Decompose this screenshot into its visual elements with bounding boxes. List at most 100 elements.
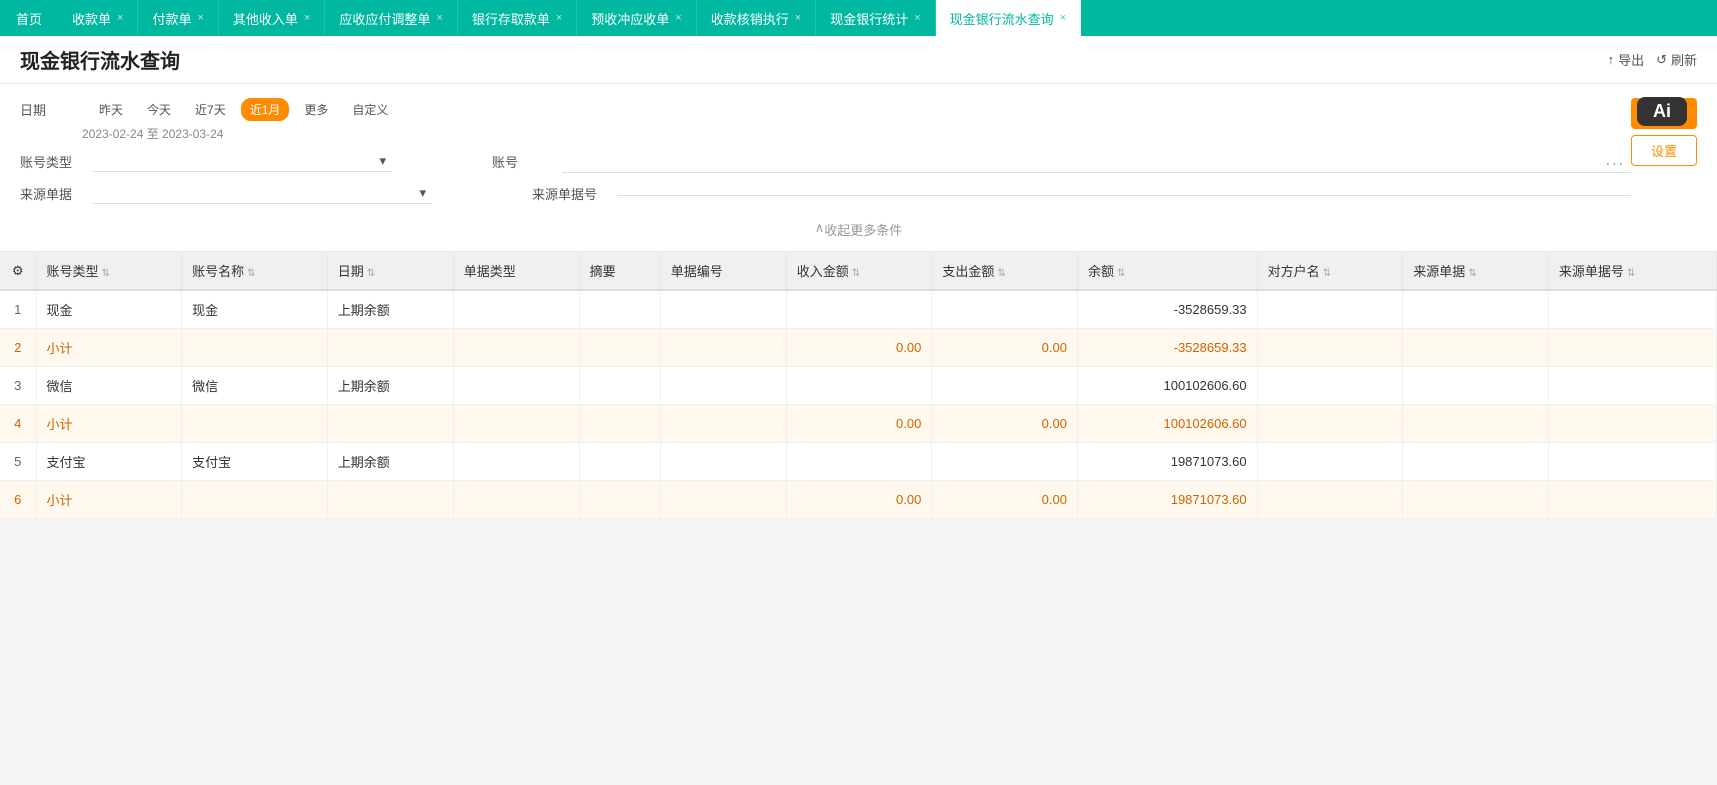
nav-tab-other-income[interactable]: 其他收入单 × — [219, 0, 325, 36]
table-cell: 1 — [0, 290, 36, 329]
page-header: 现金银行流水查询 ↑ 导出 ↺ 刷新 — [0, 36, 1717, 84]
sort-icon: ⇅ — [852, 268, 860, 279]
table-row[interactable]: 3微信微信上期余额100102606.60 — [0, 367, 1717, 405]
nav-tab-bank-flow[interactable]: 现金银行流水查询 × — [936, 0, 1081, 36]
table-cell — [453, 481, 579, 519]
close-icon[interactable]: × — [914, 12, 920, 24]
table-row[interactable]: 1现金现金上期余额-3528659.33 — [0, 290, 1717, 329]
table-cell: 0.00 — [932, 481, 1078, 519]
sort-icon: ⇅ — [102, 268, 110, 279]
nav-tab-receipt-verify[interactable]: 收款核销执行 × — [697, 0, 816, 36]
account-input[interactable]: ... — [562, 150, 1631, 173]
close-icon[interactable]: × — [197, 12, 203, 24]
date-btn-today[interactable]: 今天 — [138, 98, 180, 121]
table-cell — [1257, 290, 1403, 329]
table-cell: 0.00 — [932, 405, 1078, 443]
date-btn-1month[interactable]: 近1月 — [241, 98, 290, 121]
th-summary[interactable]: 摘要 — [579, 252, 660, 290]
table-cell: 5 — [0, 443, 36, 481]
refresh-icon: ↺ — [1656, 52, 1667, 68]
table-cell — [1403, 329, 1549, 367]
th-account-name[interactable]: 账号名称⇅ — [182, 252, 328, 290]
table-row[interactable]: 6小计0.000.0019871073.60 — [0, 481, 1717, 519]
table-cell — [1257, 481, 1403, 519]
collapse-bar[interactable]: ∧ 收起更多条件 — [20, 214, 1697, 241]
close-icon[interactable]: × — [117, 12, 123, 24]
filter-row-source: 来源单据 ▾ 来源单据号 — [20, 183, 1631, 204]
close-icon[interactable]: × — [436, 12, 442, 24]
account-dots[interactable]: ... — [1606, 152, 1625, 170]
table-cell — [579, 443, 660, 481]
source-doc-num-input[interactable] — [617, 191, 1631, 196]
close-icon[interactable]: × — [556, 12, 562, 24]
table-cell — [1403, 405, 1549, 443]
table-cell — [660, 481, 786, 519]
th-expense[interactable]: 支出金额⇅ — [932, 252, 1078, 290]
refresh-button[interactable]: ↺ 刷新 — [1656, 50, 1697, 69]
table-cell — [660, 443, 786, 481]
nav-tab-ar-ap-adjust[interactable]: 应收应付调整单 × — [325, 0, 457, 36]
account-type-label: 账号类型 — [20, 152, 72, 171]
top-navigation: 首页 收款单 × 付款单 × 其他收入单 × 应收应付调整单 × 银行存取款单 … — [0, 0, 1717, 36]
source-doc-label: 来源单据 — [20, 184, 72, 203]
close-icon[interactable]: × — [1060, 12, 1066, 24]
table-cell: 小计 — [36, 481, 182, 519]
table-cell — [579, 329, 660, 367]
account-type-select[interactable]: ▾ — [92, 151, 392, 172]
table-cell — [660, 405, 786, 443]
date-btn-yesterday[interactable]: 昨天 — [90, 98, 132, 121]
table-cell — [1548, 329, 1716, 367]
table-cell — [660, 329, 786, 367]
nav-tab-receipts[interactable]: 收款单 × — [58, 0, 138, 36]
date-btn-7days[interactable]: 近7天 — [186, 98, 235, 121]
nav-tab-bank-stats[interactable]: 现金银行统计 × — [816, 0, 935, 36]
ai-assistant-button[interactable]: Ai — [1637, 97, 1687, 126]
close-icon[interactable]: × — [675, 12, 681, 24]
nav-tab-payments[interactable]: 付款单 × — [138, 0, 218, 36]
sort-icon: ⇅ — [997, 268, 1005, 279]
table-cell — [453, 329, 579, 367]
th-doc-type[interactable]: 单据类型 — [453, 252, 579, 290]
th-balance[interactable]: 余额⇅ — [1077, 252, 1257, 290]
table-cell: -3528659.33 — [1077, 290, 1257, 329]
nav-home[interactable]: 首页 — [0, 0, 58, 36]
source-doc-select[interactable]: ▾ — [92, 183, 432, 204]
date-btn-custom[interactable]: 自定义 — [343, 98, 397, 121]
close-icon[interactable]: × — [304, 12, 310, 24]
table-cell — [182, 329, 328, 367]
sort-icon: ⇅ — [1627, 268, 1635, 279]
table-cell — [453, 290, 579, 329]
table-cell: 上期余额 — [327, 290, 453, 329]
table-cell — [1403, 290, 1549, 329]
date-btn-more[interactable]: 更多 — [295, 98, 337, 121]
th-source-doc[interactable]: 来源单据⇅ — [1403, 252, 1549, 290]
table-cell — [1548, 405, 1716, 443]
table-cell — [579, 405, 660, 443]
table-cell — [932, 367, 1078, 405]
source-doc-num-label: 来源单据号 — [532, 184, 597, 203]
settings-button[interactable]: 设置 — [1631, 135, 1697, 166]
th-settings[interactable]: ⚙ — [0, 252, 36, 290]
table-cell — [327, 405, 453, 443]
table-row[interactable]: 2小计0.000.00-3528659.33 — [0, 329, 1717, 367]
table-cell: 小计 — [36, 405, 182, 443]
th-source-doc-num[interactable]: 来源单据号⇅ — [1548, 252, 1716, 290]
th-doc-num[interactable]: 单据编号 — [660, 252, 786, 290]
table-row[interactable]: 4小计0.000.00100102606.60 — [0, 405, 1717, 443]
th-account-type[interactable]: 账号类型⇅ — [36, 252, 182, 290]
table-cell: 100102606.60 — [1077, 405, 1257, 443]
nav-tab-prepay-offset[interactable]: 预收冲应收单 × — [577, 0, 696, 36]
export-button[interactable]: ↑ 导出 — [1608, 50, 1645, 69]
nav-tab-bank-deposit[interactable]: 银行存取款单 × — [458, 0, 577, 36]
table-row[interactable]: 5支付宝支付宝上期余额19871073.60 — [0, 443, 1717, 481]
close-icon[interactable]: × — [795, 12, 801, 24]
table-cell: 上期余额 — [327, 367, 453, 405]
table-cell — [1403, 443, 1549, 481]
th-income[interactable]: 收入金额⇅ — [786, 252, 932, 290]
table-cell — [786, 290, 932, 329]
table-cell — [1548, 367, 1716, 405]
table-cell — [1257, 405, 1403, 443]
th-date[interactable]: 日期⇅ — [327, 252, 453, 290]
th-counterpart[interactable]: 对方户名⇅ — [1257, 252, 1403, 290]
table-cell: 19871073.60 — [1077, 443, 1257, 481]
